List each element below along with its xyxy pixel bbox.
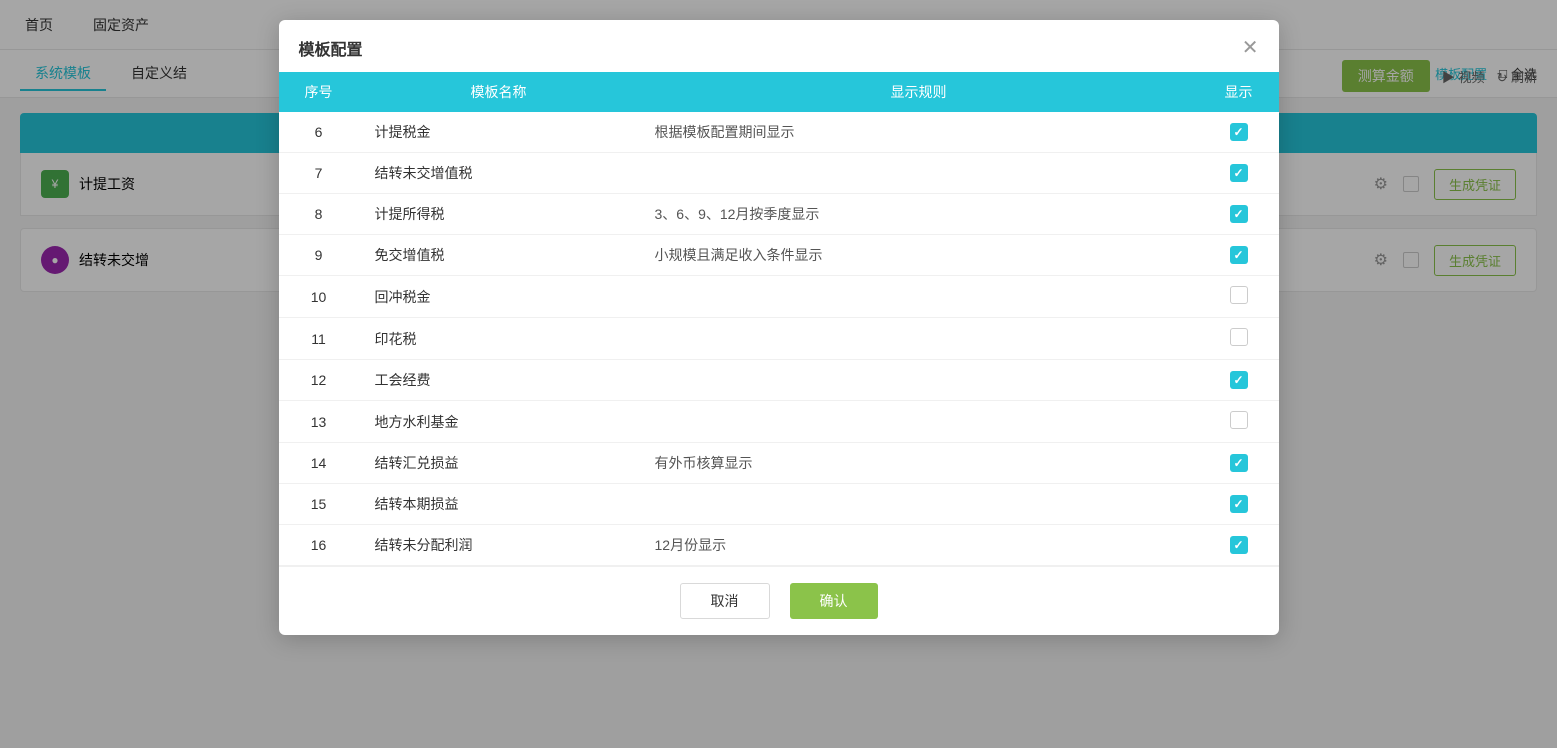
cell-index: 7 bbox=[279, 153, 359, 194]
table-row: 16结转未分配利润12月份显示 bbox=[279, 525, 1279, 566]
col-header-rule: 显示规则 bbox=[639, 72, 1199, 112]
cell-name: 计提税金 bbox=[359, 112, 639, 153]
cell-checkbox bbox=[1199, 194, 1279, 235]
table-body: 6计提税金根据模板配置期间显示7结转未交增值税8计提所得税3、6、9、12月按季… bbox=[279, 112, 1279, 566]
cell-checkbox bbox=[1199, 276, 1279, 318]
row-checkbox-5[interactable] bbox=[1230, 328, 1248, 346]
cell-rule: 3、6、9、12月按季度显示 bbox=[639, 194, 1199, 235]
row-checkbox-4[interactable] bbox=[1230, 286, 1248, 304]
cell-rule bbox=[639, 276, 1199, 318]
confirm-button[interactable]: 确认 bbox=[790, 583, 878, 619]
col-header-display: 显示 bbox=[1199, 72, 1279, 112]
col-header-index: 序号 bbox=[279, 72, 359, 112]
table-row: 15结转本期损益 bbox=[279, 484, 1279, 525]
modal-close-button[interactable]: ✕ bbox=[1242, 38, 1259, 58]
row-checkbox-7[interactable] bbox=[1230, 411, 1248, 429]
cell-index: 12 bbox=[279, 360, 359, 401]
cell-rule: 小规模且满足收入条件显示 bbox=[639, 235, 1199, 276]
cell-rule bbox=[639, 401, 1199, 443]
cell-rule: 有外币核算显示 bbox=[639, 443, 1199, 484]
cancel-button[interactable]: 取消 bbox=[680, 583, 770, 619]
cell-checkbox bbox=[1199, 443, 1279, 484]
cell-rule bbox=[639, 360, 1199, 401]
cell-index: 14 bbox=[279, 443, 359, 484]
cell-rule bbox=[639, 153, 1199, 194]
cell-index: 15 bbox=[279, 484, 359, 525]
row-checkbox-6[interactable] bbox=[1230, 371, 1248, 389]
table-row: 8计提所得税3、6、9、12月按季度显示 bbox=[279, 194, 1279, 235]
table-row: 13地方水利基金 bbox=[279, 401, 1279, 443]
table-row: 7结转未交增值税 bbox=[279, 153, 1279, 194]
modal-header: 模板配置 ✕ bbox=[279, 20, 1279, 72]
cell-checkbox bbox=[1199, 112, 1279, 153]
cell-index: 11 bbox=[279, 318, 359, 360]
cell-name: 工会经费 bbox=[359, 360, 639, 401]
cell-rule bbox=[639, 318, 1199, 360]
table-row: 10回冲税金 bbox=[279, 276, 1279, 318]
col-header-name: 模板名称 bbox=[359, 72, 639, 112]
cell-index: 10 bbox=[279, 276, 359, 318]
row-checkbox-10[interactable] bbox=[1230, 536, 1248, 554]
table-row: 12工会经费 bbox=[279, 360, 1279, 401]
cell-name: 印花税 bbox=[359, 318, 639, 360]
cell-name: 回冲税金 bbox=[359, 276, 639, 318]
cell-index: 16 bbox=[279, 525, 359, 566]
cell-checkbox bbox=[1199, 235, 1279, 276]
modal-table-container: 序号 模板名称 显示规则 显示 6计提税金根据模板配置期间显示7结转未交增值税8… bbox=[279, 72, 1279, 566]
cell-rule: 12月份显示 bbox=[639, 525, 1199, 566]
cell-checkbox bbox=[1199, 318, 1279, 360]
modal-title: 模板配置 bbox=[299, 36, 363, 60]
table-header: 序号 模板名称 显示规则 显示 bbox=[279, 72, 1279, 112]
cell-index: 13 bbox=[279, 401, 359, 443]
row-checkbox-0[interactable] bbox=[1230, 123, 1248, 141]
table-row: 9免交增值税小规模且满足收入条件显示 bbox=[279, 235, 1279, 276]
template-config-modal: 模板配置 ✕ 序号 模板名称 显示规则 显示 6计提税金根据模板配置期间显示7结… bbox=[279, 20, 1279, 635]
row-checkbox-2[interactable] bbox=[1230, 205, 1248, 223]
cell-name: 结转未交增值税 bbox=[359, 153, 639, 194]
table-row: 11印花税 bbox=[279, 318, 1279, 360]
cell-rule bbox=[639, 484, 1199, 525]
cell-name: 结转汇兑损益 bbox=[359, 443, 639, 484]
row-checkbox-3[interactable] bbox=[1230, 246, 1248, 264]
row-checkbox-1[interactable] bbox=[1230, 164, 1248, 182]
cell-checkbox bbox=[1199, 401, 1279, 443]
cell-index: 8 bbox=[279, 194, 359, 235]
cell-index: 9 bbox=[279, 235, 359, 276]
modal-footer: 取消 确认 bbox=[279, 566, 1279, 635]
cell-checkbox bbox=[1199, 525, 1279, 566]
cell-name: 结转本期损益 bbox=[359, 484, 639, 525]
row-checkbox-8[interactable] bbox=[1230, 454, 1248, 472]
table-row: 6计提税金根据模板配置期间显示 bbox=[279, 112, 1279, 153]
cell-checkbox bbox=[1199, 360, 1279, 401]
cell-checkbox bbox=[1199, 153, 1279, 194]
template-table: 序号 模板名称 显示规则 显示 6计提税金根据模板配置期间显示7结转未交增值税8… bbox=[279, 72, 1279, 566]
cell-name: 地方水利基金 bbox=[359, 401, 639, 443]
row-checkbox-9[interactable] bbox=[1230, 495, 1248, 513]
cell-index: 6 bbox=[279, 112, 359, 153]
cell-name: 免交增值税 bbox=[359, 235, 639, 276]
cell-name: 计提所得税 bbox=[359, 194, 639, 235]
table-row: 14结转汇兑损益有外币核算显示 bbox=[279, 443, 1279, 484]
cell-rule: 根据模板配置期间显示 bbox=[639, 112, 1199, 153]
cell-name: 结转未分配利润 bbox=[359, 525, 639, 566]
cell-checkbox bbox=[1199, 484, 1279, 525]
modal-overlay: 模板配置 ✕ 序号 模板名称 显示规则 显示 6计提税金根据模板配置期间显示7结… bbox=[0, 0, 1557, 748]
